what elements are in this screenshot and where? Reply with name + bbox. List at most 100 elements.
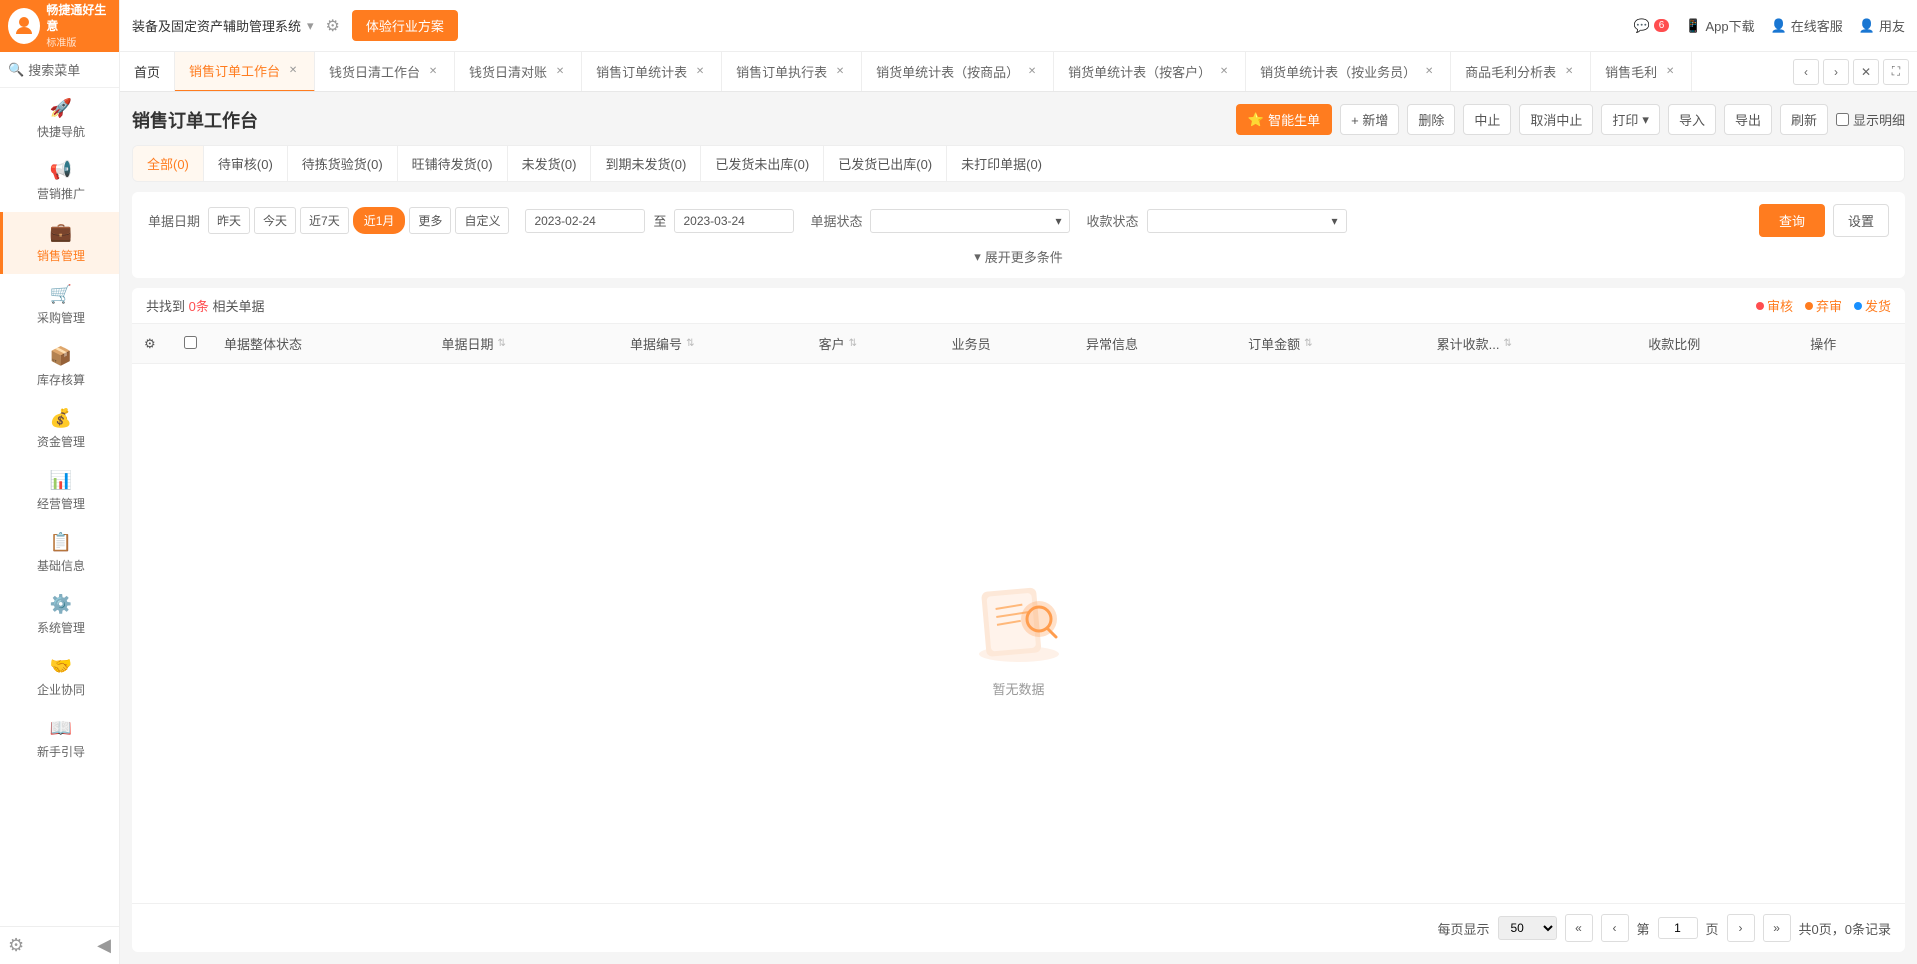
date-from-input[interactable] [525,209,645,233]
filter-tab-label: 待拣货验货(0) [302,157,383,172]
tab-cash-reconcile[interactable]: 钱货日清对账✕ [455,52,582,92]
show-detail-checkbox[interactable]: 显示明细 [1836,110,1905,129]
tab-sales-exec[interactable]: 销售订单执行表✕ [722,52,862,92]
print-button[interactable]: 打印 ▾ [1601,104,1660,135]
empty-text: 暂无数据 [992,679,1044,698]
tab-sales-summary-staff[interactable]: 销货单统计表（按业务员）✕ [1246,52,1451,92]
dropdown-arrow[interactable]: ▾ [307,18,314,34]
date-option-今天[interactable]: 今天 [254,207,296,234]
filter-tab-shipped_out[interactable]: 已发货已出库(0) [824,146,947,181]
ship-action[interactable]: 发货 [1854,296,1891,315]
page-input[interactable] [1658,917,1698,939]
stop-button[interactable]: 中止 [1463,104,1511,135]
last-page-button[interactable]: » [1763,914,1791,942]
cancel-stop-button[interactable]: 取消中止 [1519,104,1593,135]
date-option-自定义[interactable]: 自定义 [455,207,509,234]
sidebar-item-marketing[interactable]: 📢营销推广 [0,150,119,212]
experience-button[interactable]: 体验行业方案 [352,10,458,41]
th-collected[interactable]: 累计收款...⇅ [1425,324,1637,364]
first-page-button[interactable]: « [1565,914,1593,942]
search-menu[interactable]: 🔍 搜索菜单 [0,52,119,88]
tab-sales-stat[interactable]: 销售订单统计表 ✕ [582,52,722,92]
tab-close-icon[interactable]: ✕ [1663,65,1677,79]
status-select[interactable]: ▾ [870,209,1070,233]
tab-close-icon[interactable]: ✕ [286,64,300,78]
collapse-icon[interactable]: ◀ [97,935,111,956]
tab-close-icon[interactable]: ✕ [426,65,440,79]
date-option-近7天[interactable]: 近7天 [300,207,349,234]
tab-cash-daily[interactable]: 钱货日清工作台✕ [315,52,455,92]
tab-fullscreen-button[interactable]: ⛶ [1883,59,1909,85]
th-date[interactable]: 单据日期⇅ [430,324,619,364]
th-amount[interactable]: 订单金额⇅ [1236,324,1425,364]
next-page-button[interactable]: › [1727,914,1755,942]
ai-generate-button[interactable]: ⭐ 智能生单 [1236,104,1332,135]
export-button[interactable]: 导出 [1724,104,1772,135]
prev-page-button[interactable]: ‹ [1601,914,1629,942]
sidebar-item-purchase[interactable]: 🛒采购管理 [0,274,119,336]
sidebar-item-sales[interactable]: 💼销售管理 [0,212,119,274]
purchase-icon: 🛒 [50,284,72,305]
app-download-item[interactable]: 📱 App下载 [1685,16,1754,35]
collection-select[interactable]: ▾ [1147,209,1347,233]
cancel-review-action[interactable]: 弃审 [1805,296,1842,315]
show-detail-input[interactable] [1836,113,1849,126]
review-action[interactable]: 审核 [1756,296,1793,315]
setting-button[interactable]: 设置 [1833,204,1889,237]
tab-close-all-button[interactable]: ✕ [1853,59,1879,85]
tab-home[interactable]: 首页 [120,52,175,92]
tab-close-icon[interactable]: ✕ [1217,65,1231,79]
tab-next-button[interactable]: › [1823,59,1849,85]
settings-icon[interactable]: ⚙ [8,935,24,956]
add-button[interactable]: + 新增 [1340,104,1399,135]
tab-label: 销售订单统计表 [596,62,687,81]
query-button[interactable]: 查询 [1759,204,1825,237]
import-button[interactable]: 导入 [1668,104,1716,135]
th-number[interactable]: 单据编号⇅ [618,324,807,364]
sidebar-item-quick-nav[interactable]: 🚀快捷导航 [0,88,119,150]
filter-tab-wangpu_pending[interactable]: 旺铺待发货(0) [398,146,508,181]
filter-tab-label: 旺铺待发货(0) [412,157,493,172]
online-service-item[interactable]: 👤 在线客服 [1771,16,1843,35]
filter-tab-shipped_not_out[interactable]: 已发货未出库(0) [701,146,824,181]
header-gear-icon[interactable]: ⚙ [326,16,340,36]
select-all-checkbox[interactable] [184,336,197,349]
tab-gross-profit[interactable]: 商品毛利分析表✕ [1451,52,1591,92]
tab-prev-button[interactable]: ‹ [1793,59,1819,85]
tab-close-icon[interactable]: ✕ [693,65,707,79]
date-option-近1月[interactable]: 近1月 [353,207,406,234]
sidebar-item-finance[interactable]: 💰资金管理 [0,398,119,460]
date-to-input[interactable] [674,209,794,233]
date-option-昨天[interactable]: 昨天 [208,207,250,234]
user-item[interactable]: 👤 用友 [1859,16,1905,35]
messages-item[interactable]: 💬 6 [1634,18,1670,34]
sidebar-item-corp[interactable]: 🤝企业协同 [0,646,119,708]
filter-tab-all[interactable]: 全部(0) [133,146,204,181]
th-status: 单据整体状态 [212,324,430,364]
sidebar-item-inventory[interactable]: 📦库存核算 [0,336,119,398]
expand-conditions-button[interactable]: ▾ 展开更多条件 [974,247,1063,266]
delete-button[interactable]: 删除 [1407,104,1455,135]
tab-close-icon[interactable]: ✕ [1025,65,1039,79]
tab-sales-summary-customer[interactable]: 销货单统计表（按客户）✕ [1054,52,1246,92]
tab-close-icon[interactable]: ✕ [1562,65,1576,79]
filter-tab-pending_inspect[interactable]: 待拣货验货(0) [288,146,398,181]
sidebar-item-system[interactable]: ⚙️系统管理 [0,584,119,646]
sidebar-item-guide[interactable]: 📖新手引导 [0,708,119,770]
tab-sales-workbench[interactable]: 销售订单工作台✕ [175,52,315,92]
tab-sales-summary-product[interactable]: 销货单统计表（按商品）✕ [862,52,1054,92]
refresh-button[interactable]: 刷新 [1780,104,1828,135]
tab-close-icon[interactable]: ✕ [833,65,847,79]
sidebar-item-base[interactable]: 📋基础信息 [0,522,119,584]
filter-tab-pending_review[interactable]: 待审核(0) [204,146,288,181]
tab-sales-profit[interactable]: 销售毛利✕ [1591,52,1692,92]
th-customer[interactable]: 客户⇅ [807,324,940,364]
filter-tab-overdue_not_shipped[interactable]: 到期未发货(0) [591,146,701,181]
tab-close-icon[interactable]: ✕ [1422,65,1436,79]
page-size-select[interactable]: 50 20 100 200 [1498,916,1557,940]
tab-close-icon[interactable]: ✕ [553,65,567,79]
sidebar-item-operation[interactable]: 📊经营管理 [0,460,119,522]
date-option-更多[interactable]: 更多 [409,207,451,234]
filter-tab-not_shipped[interactable]: 未发货(0) [508,146,592,181]
filter-tab-not_printed[interactable]: 未打印单据(0) [947,146,1056,181]
